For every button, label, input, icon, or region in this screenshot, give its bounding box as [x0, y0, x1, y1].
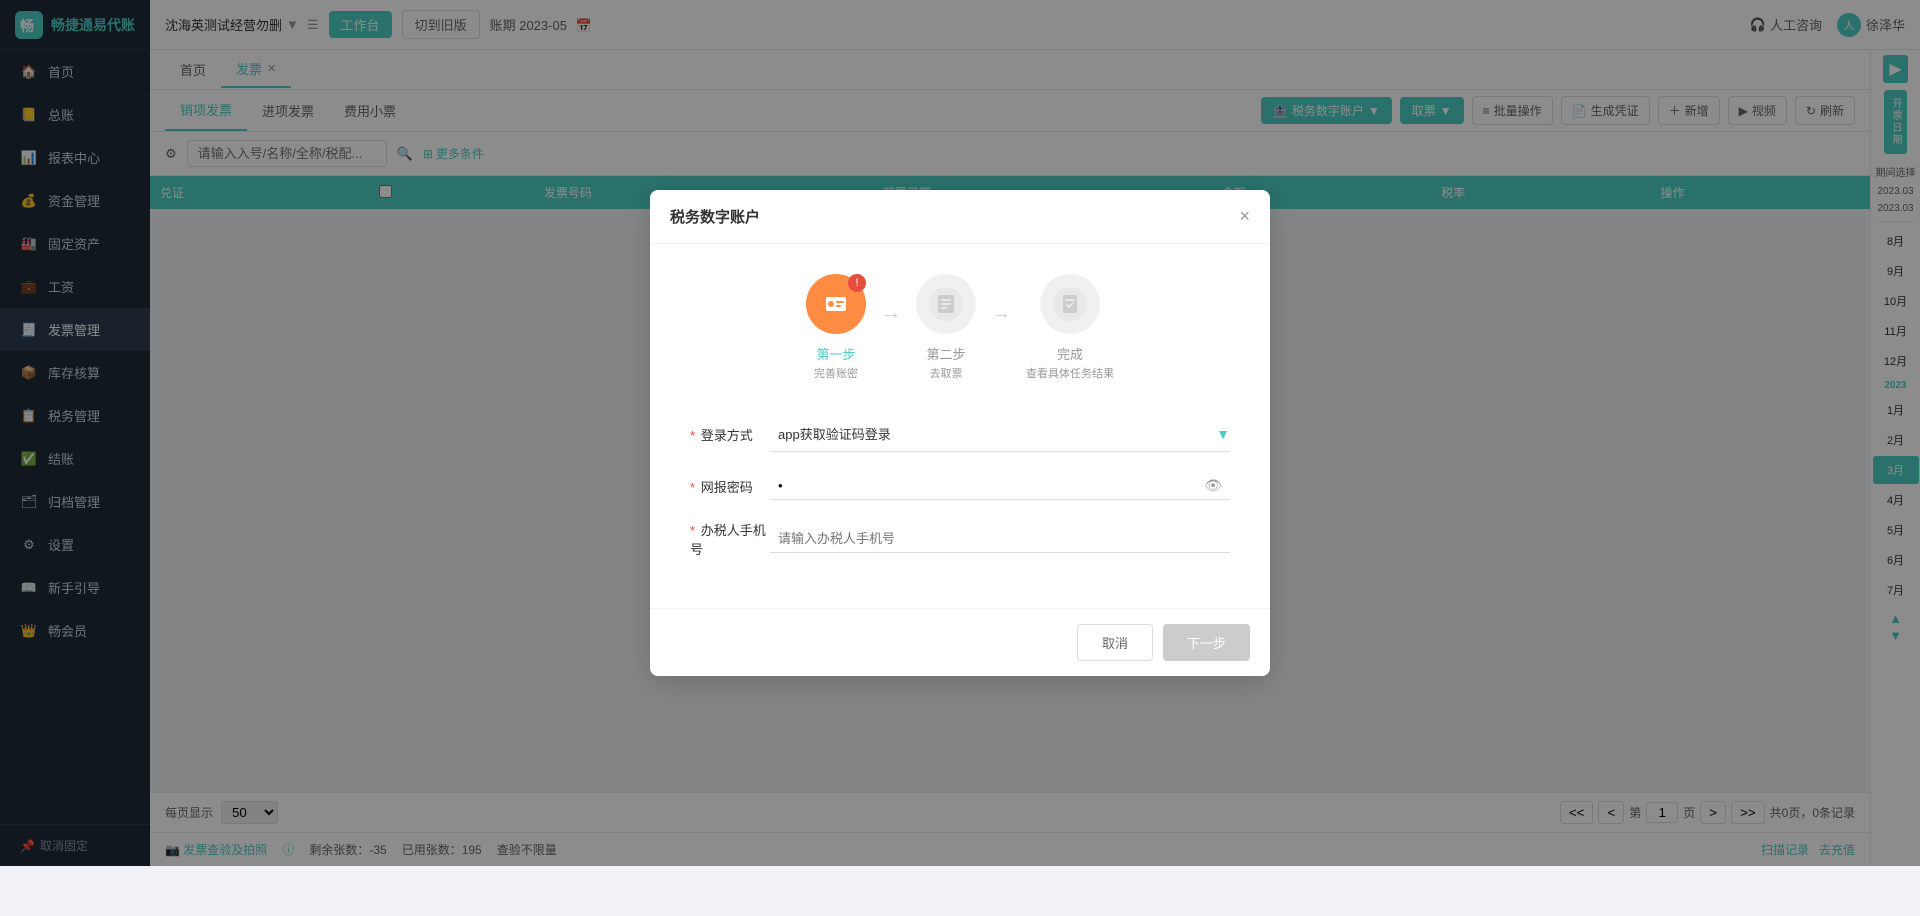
password-label: * 网报密码	[690, 477, 770, 496]
phone-label: * 办税人手机号	[690, 520, 770, 558]
step-complete-label: 完成	[1057, 344, 1083, 363]
step-1-icon-wrap: !	[806, 274, 866, 334]
login-method-dropdown-icon[interactable]: ▼	[1216, 426, 1230, 442]
password-toggle-icon[interactable]: 👁	[1196, 477, 1230, 494]
next-button[interactable]: 下一步	[1163, 624, 1250, 661]
step-2-icon	[929, 287, 963, 321]
dialog-header: 税务数字账户 ×	[650, 190, 1270, 244]
tax-digital-dialog: 税务数字账户 × !	[650, 190, 1270, 676]
steps: ! 第一步 完善账密 →	[690, 274, 1230, 381]
phone-row: * 办税人手机号	[690, 520, 1230, 558]
login-method-required: *	[690, 428, 695, 443]
dialog-body: ! 第一步 完善账密 →	[650, 244, 1270, 608]
step-1-badge: !	[848, 274, 866, 292]
step-arrow-1: →	[881, 274, 901, 325]
password-row: * 网报密码 👁	[690, 472, 1230, 500]
password-field: 👁	[770, 472, 1230, 500]
dialog-footer: 取消 下一步	[650, 608, 1270, 676]
step-2-icon-wrap	[916, 274, 976, 334]
step-complete-icon-wrap	[1040, 274, 1100, 334]
password-input[interactable]	[770, 472, 1196, 499]
step-complete: 完成 查看具体任务结果	[1026, 274, 1114, 381]
step-2-desc: 去取票	[930, 365, 963, 381]
login-method-value: app获取验证码登录	[770, 420, 1216, 447]
phone-input[interactable]	[770, 525, 1230, 553]
step-2: 第二步 去取票	[916, 274, 976, 381]
step-complete-icon	[1053, 287, 1087, 321]
step-complete-desc: 查看具体任务结果	[1026, 365, 1114, 381]
step-arrow-2: →	[991, 274, 1011, 325]
login-method-row: * 登录方式 app获取验证码登录 ▼	[690, 416, 1230, 452]
dialog-close-button[interactable]: ×	[1239, 206, 1250, 227]
cancel-button[interactable]: 取消	[1077, 624, 1153, 661]
step-1: ! 第一步 完善账密	[806, 274, 866, 381]
phone-required: *	[690, 523, 695, 538]
step-1-desc: 完善账密	[814, 365, 858, 381]
dialog-title: 税务数字账户	[670, 206, 760, 227]
login-method-label: * 登录方式	[690, 425, 770, 444]
step-2-label: 第二步	[926, 344, 965, 363]
step-1-icon	[819, 287, 853, 321]
login-method-select[interactable]: app获取验证码登录 ▼	[770, 416, 1230, 452]
step-1-label: 第一步	[816, 344, 855, 363]
password-required: *	[690, 480, 695, 495]
modal-overlay: 税务数字账户 × !	[0, 0, 1920, 866]
